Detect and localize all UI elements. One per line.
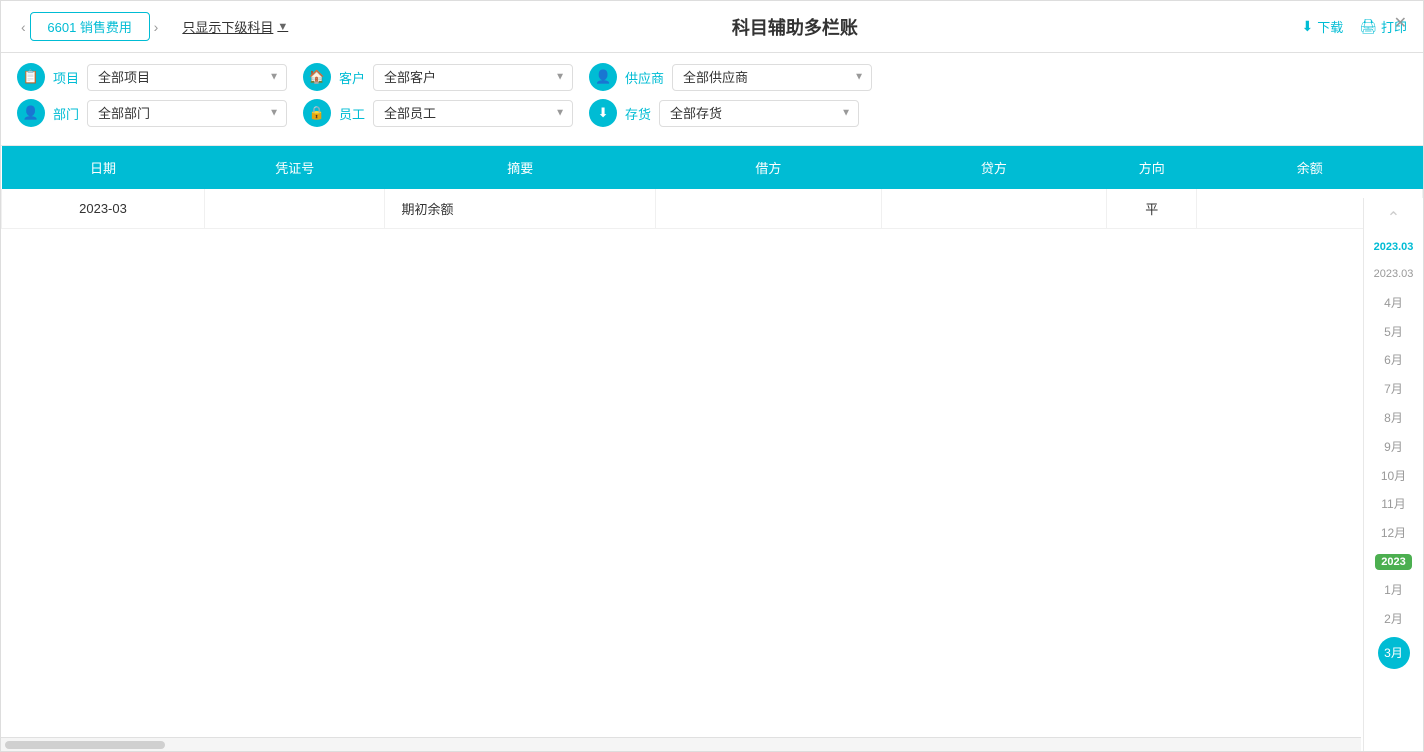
employee-label: 员工	[339, 104, 365, 123]
sidebar-item-11[interactable]: 11月	[1364, 490, 1423, 519]
supplier-icon: 👤	[589, 63, 617, 91]
filter-row-1: 📋 项目 全部项目 🏠 客户 全部客户 👤 供应商	[17, 63, 1407, 91]
sidebar-item-5[interactable]: 5月	[1364, 318, 1423, 347]
cell-direction: 平	[1107, 189, 1197, 229]
scrollbar-thumb[interactable]	[5, 741, 165, 749]
sidebar-item-12[interactable]: 12月	[1364, 519, 1423, 548]
filter-project: 📋 项目 全部项目	[17, 63, 287, 91]
page-title: 科目辅助多栏账	[288, 14, 1301, 40]
header-bar: ‹ 6601 销售费用 › 只显示下级科目 ▼ 科目辅助多栏账 ⬇ 下载 🖨 打…	[1, 1, 1423, 53]
sidebar-item-3-active-wrapper: 3月	[1364, 634, 1423, 672]
filter-department: 👤 部门 全部部门	[17, 99, 287, 127]
show-sub-label: 只显示下级科目	[182, 17, 273, 36]
project-select[interactable]: 全部项目	[87, 64, 287, 91]
department-label: 部门	[53, 104, 79, 123]
print-icon: 🖨	[1359, 18, 1377, 35]
cell-debit	[656, 189, 882, 229]
inventory-label: 存货	[625, 104, 651, 123]
header-actions: ⬇ 下载 🖨 打印	[1301, 17, 1407, 36]
project-select-wrapper: 全部项目	[87, 64, 287, 91]
department-select[interactable]: 全部部门	[87, 100, 287, 127]
table-row: 2023-03 期初余额 平	[2, 189, 1423, 229]
project-icon: 📋	[17, 63, 45, 91]
department-select-wrapper: 全部部门	[87, 100, 287, 127]
table-header-row: 日期 凭证号 摘要 借方 贷方 方向 余额	[2, 146, 1423, 189]
cell-voucher	[205, 189, 385, 229]
sidebar-item-1[interactable]: 1月	[1364, 576, 1423, 605]
sidebar-item-9[interactable]: 9月	[1364, 433, 1423, 462]
employee-select[interactable]: 全部员工	[373, 100, 573, 127]
year-badge-wrapper: 2023	[1375, 548, 1411, 576]
sidebar-item-2023-03[interactable]: 2023.03	[1364, 261, 1423, 288]
next-arrow[interactable]: ›	[150, 17, 163, 37]
close-button[interactable]: ✕	[1394, 13, 1407, 33]
prev-arrow[interactable]: ‹	[17, 17, 30, 37]
col-debit: 借方	[656, 146, 882, 189]
year-badge-2023[interactable]: 2023	[1375, 554, 1411, 570]
inventory-select[interactable]: 全部存货	[659, 100, 859, 127]
content-area: 日期 凭证号 摘要 借方 贷方 方向 余额 2023-03 期初余额	[1, 146, 1423, 752]
table-body: 2023-03 期初余额 平	[2, 189, 1423, 229]
cell-summary: 期初余额	[385, 189, 656, 229]
filter-supplier: 👤 供应商 全部供应商	[589, 63, 872, 91]
customer-select-wrapper: 全部客户	[373, 64, 573, 91]
sidebar-item-2[interactable]: 2月	[1364, 605, 1423, 634]
sidebar-item-3-active[interactable]: 3月	[1378, 637, 1410, 669]
filter-area: 📋 项目 全部项目 🏠 客户 全部客户 👤 供应商	[1, 53, 1423, 146]
download-icon: ⬇	[1301, 18, 1313, 35]
show-sub-toggle[interactable]: 只显示下级科目 ▼	[182, 17, 288, 36]
table-head: 日期 凭证号 摘要 借方 贷方 方向 余额	[2, 146, 1423, 189]
employee-icon: 🔒	[303, 99, 331, 127]
supplier-label: 供应商	[625, 68, 664, 87]
sidebar-item-4[interactable]: 4月	[1364, 289, 1423, 318]
inventory-icon: ⬇	[589, 99, 617, 127]
department-icon: 👤	[17, 99, 45, 127]
sidebar-up-arrow[interactable]: ⌃	[1387, 202, 1400, 234]
account-code[interactable]: 6601 销售费用	[30, 12, 150, 41]
right-sidebar: ⌃ 2023.03 2023.03 4月 5月 6月 7月 8月 9月 10月 …	[1363, 198, 1423, 752]
sidebar-item-6[interactable]: 6月	[1364, 346, 1423, 375]
filter-row-2: 👤 部门 全部部门 🔒 员工 全部员工 ⬇ 存货	[17, 99, 1407, 127]
inventory-select-wrapper: 全部存货	[659, 100, 859, 127]
employee-select-wrapper: 全部员工	[373, 100, 573, 127]
supplier-select-wrapper: 全部供应商	[672, 64, 872, 91]
project-label: 项目	[53, 68, 79, 87]
main-table: 日期 凭证号 摘要 借方 贷方 方向 余额 2023-03 期初余额	[1, 146, 1423, 229]
horizontal-scrollbar[interactable]	[1, 737, 1361, 751]
main-window: ‹ 6601 销售费用 › 只显示下级科目 ▼ 科目辅助多栏账 ⬇ 下载 🖨 打…	[0, 0, 1424, 752]
customer-label: 客户	[339, 68, 365, 87]
col-direction: 方向	[1107, 146, 1197, 189]
sidebar-item-8[interactable]: 8月	[1364, 404, 1423, 433]
supplier-select[interactable]: 全部供应商	[672, 64, 872, 91]
filter-customer: 🏠 客户 全部客户	[303, 63, 573, 91]
col-summary: 摘要	[385, 146, 656, 189]
col-voucher: 凭证号	[205, 146, 385, 189]
col-date: 日期	[2, 146, 205, 189]
sidebar-item-2023-03-selected[interactable]: 2023.03	[1364, 234, 1423, 261]
download-label: 下载	[1317, 17, 1343, 36]
show-sub-arrow: ▼	[277, 21, 288, 33]
col-credit: 贷方	[881, 146, 1107, 189]
table-wrapper[interactable]: 日期 凭证号 摘要 借方 贷方 方向 余额 2023-03 期初余额	[1, 146, 1423, 752]
sidebar-item-10[interactable]: 10月	[1364, 462, 1423, 491]
customer-select[interactable]: 全部客户	[373, 64, 573, 91]
cell-credit	[881, 189, 1107, 229]
col-balance: 余额	[1197, 146, 1423, 189]
download-button[interactable]: ⬇ 下载	[1301, 17, 1343, 36]
filter-employee: 🔒 员工 全部员工	[303, 99, 573, 127]
cell-date: 2023-03	[2, 189, 205, 229]
sidebar-item-7[interactable]: 7月	[1364, 375, 1423, 404]
customer-icon: 🏠	[303, 63, 331, 91]
filter-inventory: ⬇ 存货 全部存货	[589, 99, 859, 127]
